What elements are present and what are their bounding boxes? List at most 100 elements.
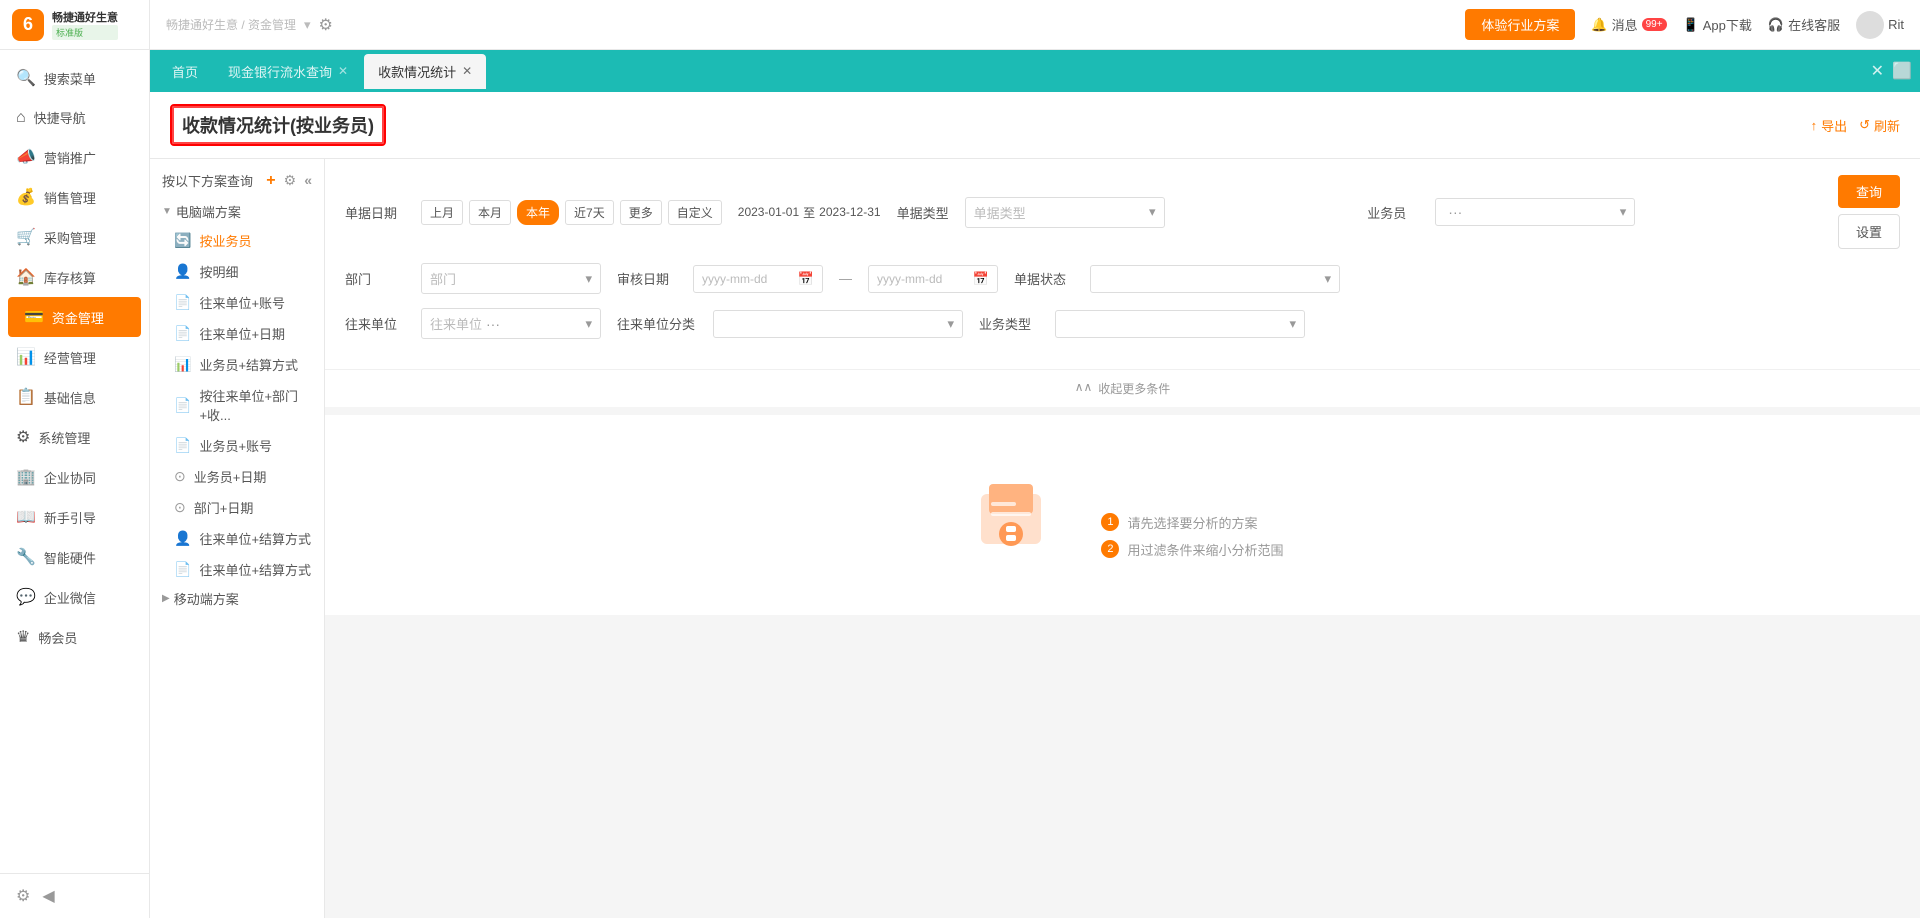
main-content: 畅捷通好生意 / 资金管理 ▾ ⚙ 体验行业方案 🔔 消息 99+ 📱 App下… <box>150 0 1920 918</box>
customer-service-label: 在线客服 <box>1788 15 1840 34</box>
step-1-num: 1 <box>1101 513 1119 531</box>
scheme-item-counterpart-settlement1[interactable]: 👤 往来单位+结算方式 <box>150 523 324 554</box>
counterpart-account-icon: 📄 <box>174 294 191 311</box>
page-header: 收款情况统计(按业务员) ↑ 导出 ↺ 刷新 <box>150 92 1920 159</box>
user-avatar[interactable]: Rit <box>1856 11 1904 39</box>
sidebar-item-sales[interactable]: 💰销售管理 <box>0 177 149 217</box>
sidebar-item-system[interactable]: ⚙系统管理 <box>0 417 149 457</box>
step-1-text: 请先选择要分析的方案 <box>1127 513 1257 532</box>
audit-date-start-input[interactable]: yyyy-mm-dd 📅 <box>693 265 823 293</box>
date-btn-this-year[interactable]: 本年 <box>517 200 559 225</box>
header-left: 畅捷通好生意 / 资金管理 ▾ ⚙ <box>166 15 333 35</box>
panel-collapse-icon[interactable]: « <box>304 172 312 190</box>
sidebar-item-member[interactable]: ♛畅会员 <box>0 617 149 657</box>
counterpart-arrow: ▾ <box>585 316 592 332</box>
settings-button[interactable]: 设置 <box>1838 214 1900 249</box>
salesman-more-icon[interactable]: ··· <box>1448 204 1462 220</box>
sidebar-item-search[interactable]: 🔍搜索菜单 <box>0 58 149 98</box>
counterpart-placeholder: 往来单位 <box>430 314 482 333</box>
mobile-scheme-parent[interactable]: ▶ 移动端方案 <box>150 585 324 612</box>
tab-home[interactable]: 首页 <box>158 54 212 89</box>
footer-collapse-icon[interactable]: ◀ <box>42 886 54 906</box>
sidebar-item-quicknav[interactable]: ⌂快捷导航 <box>0 98 149 137</box>
doc-type-select[interactable]: 单据类型 ▾ <box>965 197 1165 228</box>
right-panel: 单据日期 上月 本月 本年 近7天 更多 自定义 2023-01-01 至 <box>325 159 1920 918</box>
customer-service[interactable]: 🎧 在线客服 <box>1768 15 1840 34</box>
sidebar-item-inventory[interactable]: 🏠库存核算 <box>0 257 149 297</box>
collapse-bar[interactable]: ∧∧ 收起更多条件 <box>325 369 1920 407</box>
export-icon: ↑ <box>1811 118 1818 133</box>
sidebar-item-marketing[interactable]: 📣营销推广 <box>0 137 149 177</box>
dept-select[interactable]: 部门 ▾ <box>421 263 601 294</box>
date-btn-last7[interactable]: 近7天 <box>565 200 614 225</box>
business-type-select[interactable]: ▾ <box>1055 310 1305 338</box>
doc-status-select[interactable]: ▾ <box>1090 265 1340 293</box>
trial-button[interactable]: 体验行业方案 <box>1465 9 1575 40</box>
tab-bank-flow[interactable]: 现金银行流水查询 ✕ <box>214 54 362 89</box>
scheme-item-dept-date[interactable]: ⊙ 部门+日期 <box>150 492 324 523</box>
scheme-item-counterpart-settlement2[interactable]: 📄 往来单位+结算方式 <box>150 554 324 585</box>
scheme-item-by-detail[interactable]: 👤 按明细 <box>150 256 324 287</box>
date-btn-this-month[interactable]: 本月 <box>469 200 511 225</box>
scheme-item-salesman-account[interactable]: 📄 业务员+账号 <box>150 430 324 461</box>
export-button[interactable]: ↑ 导出 <box>1811 116 1848 135</box>
sidebar-item-hardware[interactable]: 🔧智能硬件 <box>0 537 149 577</box>
audit-date-separator: — <box>839 271 852 286</box>
logo-badge: 标准版 <box>52 25 118 40</box>
date-btn-more[interactable]: 更多 <box>620 200 662 225</box>
counterpart-category-select[interactable]: ▾ <box>713 310 963 338</box>
counterpart-settlement1-icon: 👤 <box>174 530 191 547</box>
app-download[interactable]: 📱 App下载 <box>1683 15 1752 34</box>
footer-settings-icon[interactable]: ⚙ <box>16 886 30 906</box>
header-settings-icon[interactable]: ⚙ <box>319 15 333 35</box>
counterpart-select[interactable]: 往来单位 ··· ▾ <box>421 308 601 339</box>
filter-row-3: 往来单位 往来单位 ··· ▾ 往来单位分类 ▾ 业务类型 <box>345 308 1900 339</box>
audit-date-end-input[interactable]: yyyy-mm-dd 📅 <box>868 265 998 293</box>
date-label: 单据日期 <box>345 203 405 222</box>
sidebar-item-enterprise[interactable]: 🏢企业协同 <box>0 457 149 497</box>
desktop-scheme-group: ▼ 电脑端方案 🔄 按业务员 👤 按明细 📄 往来单位+账号 <box>150 198 324 585</box>
scheme-item-salesman-date[interactable]: ⊙ 业务员+日期 <box>150 461 324 492</box>
empty-step-1: 1 请先选择要分析的方案 <box>1101 513 1283 532</box>
breadcrumb-dropdown[interactable]: ▾ <box>304 17 311 33</box>
scheme-item-counterpart-dept[interactable]: 📄 按往来单位+部门+收... <box>150 380 324 430</box>
tab-collection-stats-close[interactable]: ✕ <box>462 64 472 78</box>
salesman-select[interactable]: ··· ▾ <box>1435 198 1635 226</box>
date-separator: 至 <box>803 204 815 221</box>
sidebar-item-finance[interactable]: 💳资金管理 <box>8 297 141 337</box>
sales-icon: 💰 <box>16 187 36 207</box>
sidebar-item-label: 采购管理 <box>44 228 96 247</box>
sidebar-item-guide[interactable]: 📖新手引导 <box>0 497 149 537</box>
scheme-item-counterpart-date[interactable]: 📄 往来单位+日期 <box>150 318 324 349</box>
doc-status-label: 单据状态 <box>1014 269 1074 288</box>
breadcrumb: 畅捷通好生意 / 资金管理 <box>166 16 296 33</box>
counterpart-more-icon[interactable]: ··· <box>486 316 500 332</box>
scheme-item-counterpart-account[interactable]: 📄 往来单位+账号 <box>150 287 324 318</box>
tab-collection-stats[interactable]: 收款情况统计 ✕ <box>364 54 486 89</box>
refresh-button[interactable]: ↺ 刷新 <box>1859 116 1900 135</box>
query-button[interactable]: 查询 <box>1838 175 1900 208</box>
notifications[interactable]: 🔔 消息 99+ <box>1591 15 1666 34</box>
panel-add-icon[interactable]: + <box>266 172 275 190</box>
sidebar-item-basicinfo[interactable]: 📋基础信息 <box>0 377 149 417</box>
business-type-label: 业务类型 <box>979 314 1039 333</box>
sidebar-item-purchase[interactable]: 🛒采购管理 <box>0 217 149 257</box>
sidebar-item-label: 快捷导航 <box>34 108 86 127</box>
date-btn-last-month[interactable]: 上月 <box>421 200 463 225</box>
tab-bank-flow-close[interactable]: ✕ <box>338 64 348 78</box>
panel-settings-icon[interactable]: ⚙ <box>284 172 297 190</box>
sidebar-item-operations[interactable]: 📊经营管理 <box>0 337 149 377</box>
date-range: 2023-01-01 至 2023-12-31 <box>738 204 881 221</box>
window-maximize-btn[interactable]: ⬜ <box>1892 61 1912 81</box>
sidebar-item-label: 企业协同 <box>44 468 96 487</box>
logo-name: 畅捷通好生意 <box>52 9 118 25</box>
sidebar-item-label: 资金管理 <box>52 308 104 327</box>
refresh-icon: ↺ <box>1859 117 1870 133</box>
scheme-item-by-salesman[interactable]: 🔄 按业务员 <box>150 225 324 256</box>
date-btn-custom[interactable]: 自定义 <box>668 200 722 225</box>
desktop-scheme-parent[interactable]: ▼ 电脑端方案 <box>150 198 324 225</box>
inventory-icon: 🏠 <box>16 267 36 287</box>
window-close-btn[interactable]: ✕ <box>1871 61 1884 81</box>
sidebar-item-wechat[interactable]: 💬企业微信 <box>0 577 149 617</box>
scheme-item-salesman-settlement[interactable]: 📊 业务员+结算方式 <box>150 349 324 380</box>
